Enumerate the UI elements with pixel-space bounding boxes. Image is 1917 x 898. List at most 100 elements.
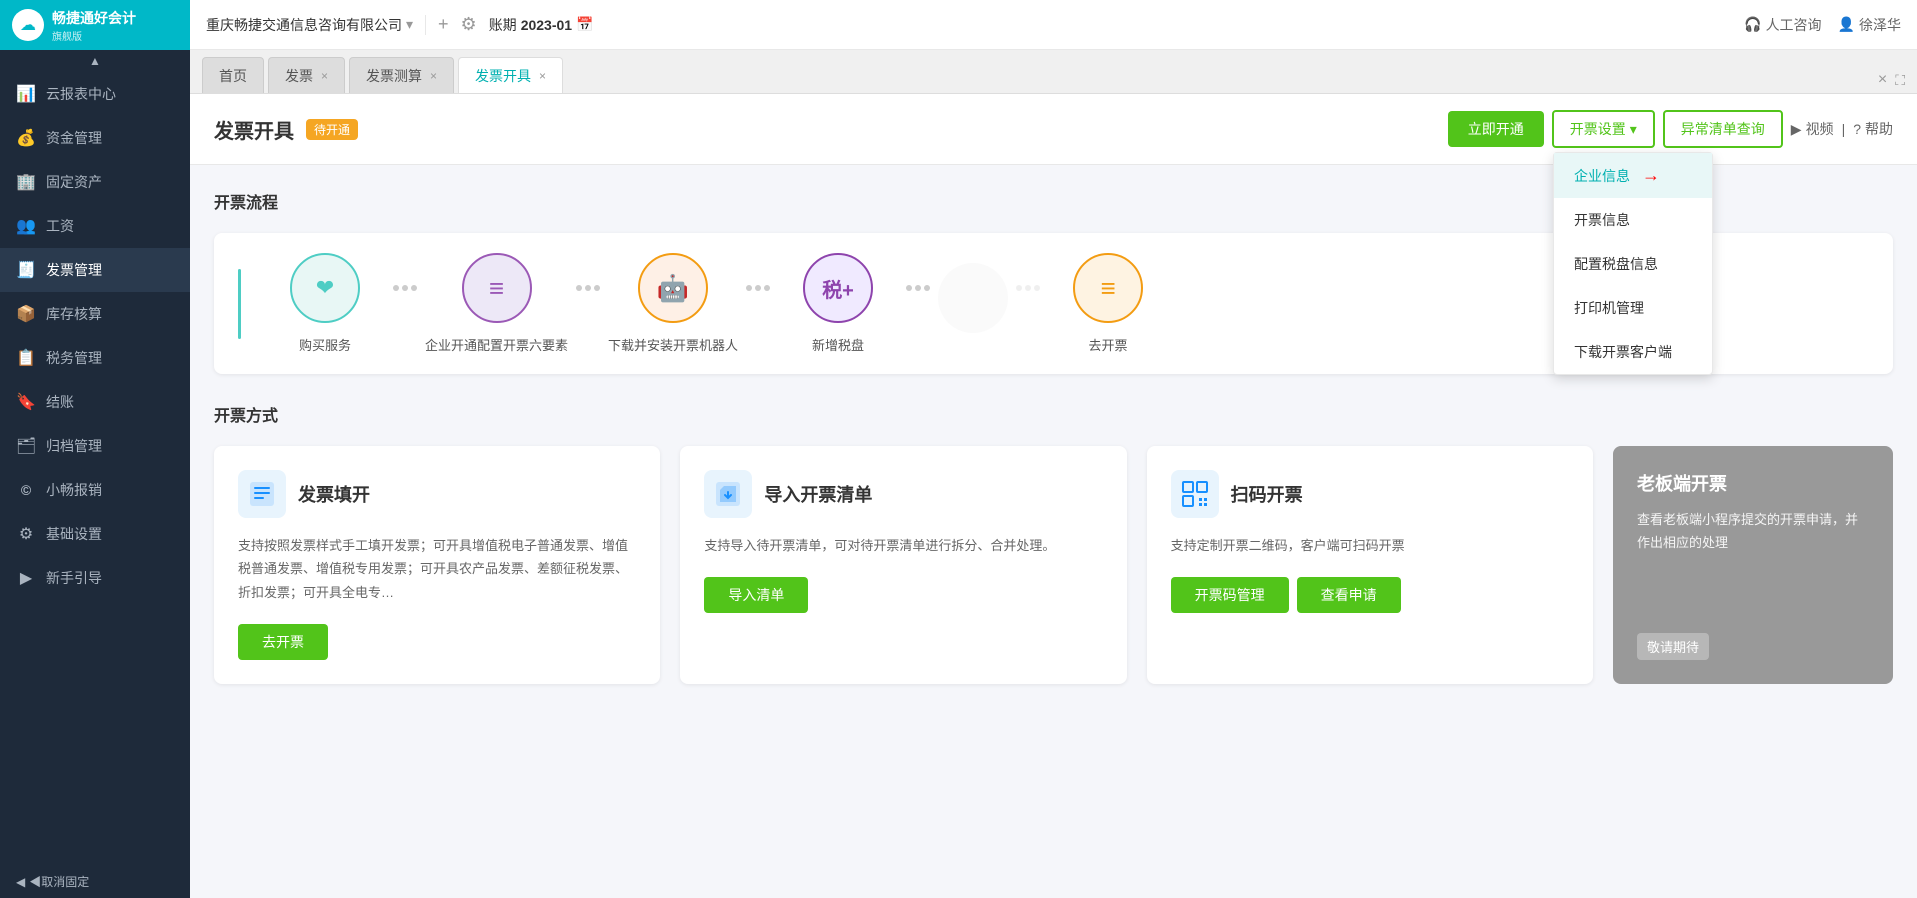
import-list-btn[interactable]: 导入清单 <box>704 577 808 613</box>
sidebar-item-xiaochang[interactable]: © 小畅报销 <box>0 468 190 512</box>
tab-fapiaocesuan[interactable]: 发票测算 × <box>349 57 454 93</box>
settings-btn-label: 开票设置 <box>1570 119 1626 139</box>
abnormal-button[interactable]: 异常清单查询 <box>1663 110 1783 148</box>
import-list-icon <box>704 470 752 518</box>
dropdown-item-printer[interactable]: 打印机管理 <box>1554 286 1712 330</box>
calendar-icon[interactable]: 📅 <box>576 16 593 33</box>
config-enterprise-label: 企业开通配置开票六要素 <box>425 335 568 354</box>
company-selector[interactable]: 重庆畅捷交通信息咨询有限公司 ▾ <box>206 15 413 35</box>
status-badge: 待开通 <box>306 119 358 140</box>
scan-invoice-card: 扫码开票 支持定制开票二维码，客户端可扫码开票 开票码管理 查看申请 <box>1147 446 1593 684</box>
scan-invoice-btn[interactable]: 开票码管理 <box>1171 577 1289 613</box>
sidebar-item-label-gongzi: 工资 <box>46 216 74 236</box>
video-button[interactable]: ▶ 视频 | ? 帮助 <box>1791 119 1893 139</box>
sidebar-item-label-zijin: 资金管理 <box>46 128 102 148</box>
fill-invoice-icon <box>238 470 286 518</box>
boss-invoice-card: 老板端开票 查看老板端小程序提交的开票申请，并作出相应的处理 敬请期待 <box>1613 446 1893 684</box>
connector-3 <box>738 285 778 291</box>
settings-dropdown-menu: 企业信息 → 开票信息 配置税盘信息 打印机管理 下 <box>1553 152 1713 375</box>
company-dropdown-icon: ▾ <box>406 16 413 33</box>
window-close-btn[interactable]: × <box>1878 71 1887 89</box>
sidebar-item-jichu[interactable]: ⚙ 基础设置 <box>0 512 190 556</box>
add-button[interactable]: + <box>438 14 449 35</box>
topbar-divider1 <box>425 15 426 35</box>
sidebar-item-xinshou[interactable]: ▶ 新手引导 <box>0 556 190 600</box>
tab-fapiaokanju-close[interactable]: × <box>539 69 546 83</box>
buy-service-icon: ❤ + <box>290 253 360 323</box>
kucun-icon: 📦 <box>16 304 36 324</box>
sidebar-item-guidang[interactable]: 🗂 归档管理 <box>0 424 190 468</box>
user-menu[interactable]: 👤 徐泽华 <box>1838 15 1901 35</box>
tab-home[interactable]: 首页 <box>202 57 264 93</box>
fill-invoice-btn[interactable]: 去开票 <box>238 624 328 660</box>
jichu-icon: ⚙ <box>16 524 36 544</box>
zijin-icon: 💰 <box>16 128 36 148</box>
dropdown-label-download-client: 下载开票客户端 <box>1574 342 1672 362</box>
tab-fapiao[interactable]: 发票 × <box>268 57 345 93</box>
sidebar-item-jiezhang[interactable]: 🔖 结账 <box>0 380 190 424</box>
sidebar-item-label-yunbao: 云报表中心 <box>46 84 116 104</box>
settings-icon[interactable]: ⚙ <box>461 14 477 35</box>
tab-fapiao-label: 发票 <box>285 66 313 86</box>
download-robot-icon: 🤖 <box>638 253 708 323</box>
download-robot-label: 下载并安装开票机器人 <box>608 335 738 354</box>
fill-invoice-title: 发票填开 <box>298 481 370 507</box>
tab-fapiaokanju[interactable]: 发票开具 × <box>458 57 563 93</box>
flow-step-go-invoice: ≡ 去开票 <box>1048 253 1168 354</box>
connector-1 <box>385 285 425 291</box>
sidebar-item-kucun[interactable]: 📦 库存核算 <box>0 292 190 336</box>
activate-button[interactable]: 立即开通 <box>1448 111 1544 147</box>
company-name-text: 重庆畅捷交通信息咨询有限公司 <box>206 15 402 35</box>
connector-5 <box>1008 285 1048 291</box>
sidebar-item-gongzi[interactable]: 👥 工资 <box>0 204 190 248</box>
dropdown-item-invoice-info[interactable]: 开票信息 <box>1554 198 1712 242</box>
xinshou-icon: ▶ <box>16 568 36 588</box>
connector-2 <box>568 285 608 291</box>
disabled-badge: 敬请期待 <box>1637 633 1709 660</box>
dropdown-item-company-info[interactable]: 企业信息 → <box>1554 153 1712 198</box>
sidebar-item-yunbao[interactable]: 📊 云报表中心 <box>0 72 190 116</box>
sidebar-item-label-jichu: 基础设置 <box>46 524 102 544</box>
service-btn[interactable]: 🎧 人工咨询 <box>1744 15 1821 35</box>
dropdown-item-tax-disk[interactable]: 配置税盘信息 <box>1554 242 1712 286</box>
sidebar-item-fapiao[interactable]: 🧾 发票管理 <box>0 248 190 292</box>
add-taxdisk-icon: 税+ <box>803 253 873 323</box>
logo-icon: ☁ <box>12 9 44 41</box>
settings-dropdown-arrow: ▾ <box>1630 121 1637 138</box>
tab-home-label: 首页 <box>219 66 247 86</box>
page-header: 发票开具 待开通 立即开通 开票设置 ▾ 异常清单查询 ▶ 视频 | ? <box>190 94 1917 165</box>
sidebar-scroll-up[interactable]: ▲ <box>0 50 190 72</box>
import-list-desc: 支持导入待开票清单，可对待开票清单进行拆分、合并处理。 <box>704 534 1102 557</box>
window-expand-btn[interactable]: ⛶ <box>1895 72 1905 89</box>
sidebar-item-label-gudingzichan: 固定资产 <box>46 172 102 192</box>
dropdown-item-download-client[interactable]: 下载开票客户端 <box>1554 330 1712 374</box>
question-icon: ? <box>1853 121 1861 137</box>
sidebar-item-label-xinshou: 新手引导 <box>46 568 102 588</box>
fill-invoice-header: 发票填开 <box>238 470 636 518</box>
settings-button[interactable]: 开票设置 ▾ <box>1552 110 1655 148</box>
fill-invoice-card: 发票填开 支持按照发票样式手工填开发票；可开具增值税电子普通发票、增值税普通发票… <box>214 446 660 684</box>
tab-fapiaocesuan-close[interactable]: × <box>430 69 437 83</box>
header-actions: 立即开通 开票设置 ▾ 异常清单查询 ▶ 视频 | ? 帮助 <box>1448 110 1893 148</box>
sidebar-item-label-fapiao: 发票管理 <box>46 260 102 280</box>
sidebar-unpin-btn[interactable]: ◀ ◀取消固定 <box>0 865 190 898</box>
sidebar-item-zijin[interactable]: 💰 资金管理 <box>0 116 190 160</box>
tab-fapiao-close[interactable]: × <box>321 69 328 83</box>
yunbao-icon: 📊 <box>16 84 36 104</box>
account-period-label: 账期 <box>489 15 517 35</box>
topbar-right: 🎧 人工咨询 👤 徐泽华 <box>1744 15 1901 35</box>
dropdown-label-company-info: 企业信息 <box>1574 166 1630 186</box>
app-badge: 旗舰版 <box>52 28 136 43</box>
fapiao-icon: 🧾 <box>16 260 36 280</box>
flow-step-download: 🤖 下载并安装开票机器人 <box>608 253 738 354</box>
go-invoice-label: 去开票 <box>1089 335 1128 354</box>
sidebar-item-gudingzichan[interactable]: 🏢 固定资产 <box>0 160 190 204</box>
user-avatar-icon: 👤 <box>1838 16 1855 33</box>
sidebar-item-shuiwu[interactable]: 📋 税务管理 <box>0 336 190 380</box>
content-area: 发票开具 待开通 立即开通 开票设置 ▾ 异常清单查询 ▶ 视频 | ? <box>190 94 1917 898</box>
boss-invoice-title: 老板端开票 <box>1637 470 1869 496</box>
account-period-value: 2023-01 <box>521 17 572 33</box>
account-period: 账期 2023-01 📅 <box>489 15 594 35</box>
red-arrow-indicator: → <box>1642 165 1660 186</box>
scan-invoice-btn2[interactable]: 查看申请 <box>1297 577 1401 613</box>
